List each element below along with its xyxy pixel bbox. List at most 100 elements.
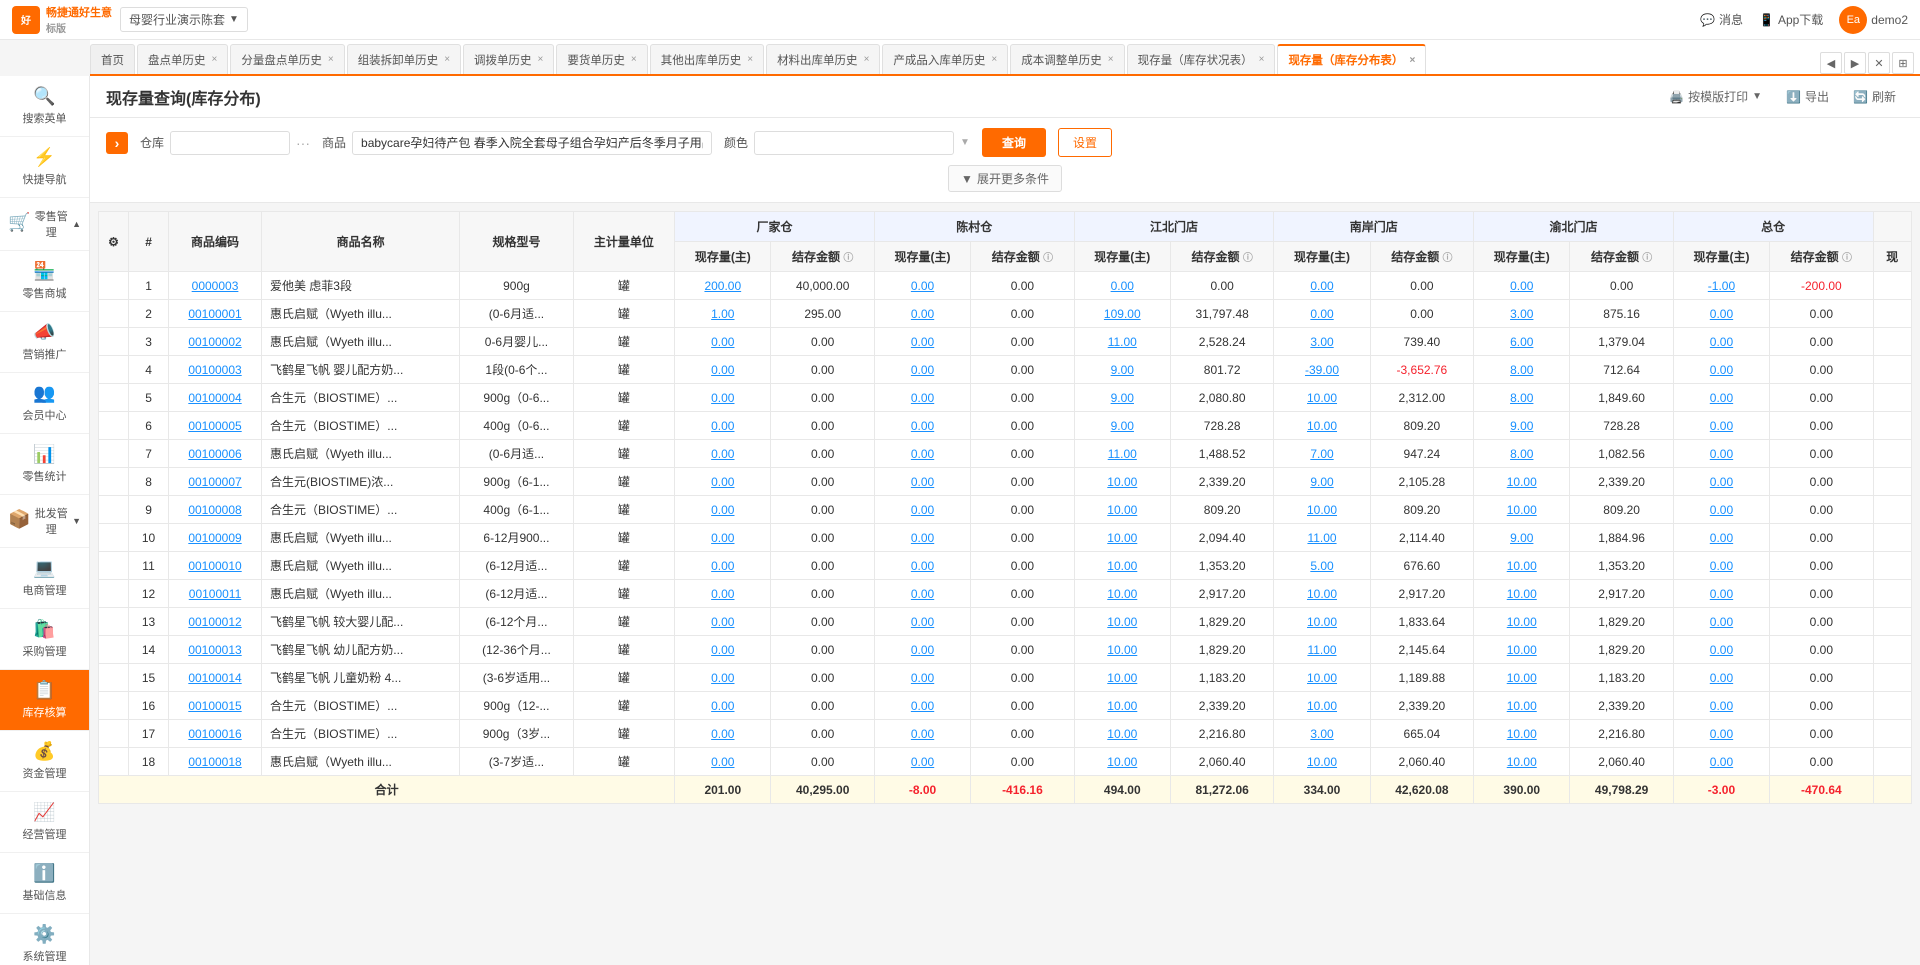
close-icon[interactable]: × (538, 54, 544, 65)
table-cell[interactable]: 0.00 (874, 468, 970, 496)
table-cell[interactable]: 0.00 (1673, 384, 1769, 412)
table-cell[interactable]: 11.00 (1074, 328, 1170, 356)
sidebar-item-search[interactable]: 🔍 搜索英单 (0, 76, 89, 137)
table-cell[interactable]: 8.00 (1474, 440, 1570, 468)
table-cell[interactable]: 0.00 (675, 524, 771, 552)
tab-material-out[interactable]: 材料出库单历史 × (766, 44, 880, 74)
table-cell[interactable]: 9.00 (1274, 468, 1370, 496)
message-btn[interactable]: 💬 消息 (1700, 11, 1743, 28)
tab-split-inventory[interactable]: 分量盘点单历史 × (230, 44, 344, 74)
table-cell[interactable]: 10.00 (1474, 552, 1570, 580)
table-cell[interactable]: 0.00 (1673, 412, 1769, 440)
tab-inventory-count[interactable]: 盘点单历史 × (137, 44, 228, 74)
sidebar-item-retail-mall[interactable]: 🏪 零售商城 (0, 251, 89, 312)
table-cell[interactable]: 0.00 (874, 692, 970, 720)
table-cell[interactable]: 0.00 (1474, 272, 1570, 300)
table-cell[interactable]: 00100012 (169, 608, 262, 636)
table-cell[interactable]: 10.00 (1074, 496, 1170, 524)
table-cell[interactable]: 0.00 (874, 384, 970, 412)
table-cell[interactable]: 00100011 (169, 580, 262, 608)
sidebar-item-finance[interactable]: 💰 资金管理 (0, 731, 89, 792)
table-cell[interactable]: 11.00 (1074, 440, 1170, 468)
table-cell[interactable]: 0.00 (1673, 692, 1769, 720)
table-cell[interactable]: 00100014 (169, 664, 262, 692)
sidebar-item-basic-info[interactable]: ℹ️ 基础信息 (0, 853, 89, 914)
table-cell[interactable]: 0.00 (675, 580, 771, 608)
tab-other-out[interactable]: 其他出库单历史 × (650, 44, 764, 74)
tab-expand-btn[interactable]: ⊞ (1892, 52, 1914, 74)
tab-prev-btn[interactable]: ◀ (1820, 52, 1842, 74)
sidebar-item-wholesale[interactable]: 📦 批发管理 ▼ (0, 495, 89, 548)
table-cell[interactable]: 0.00 (675, 468, 771, 496)
sidebar-item-purchase[interactable]: 🛍️ 采购管理 (0, 609, 89, 670)
table-cell[interactable]: 10.00 (1074, 692, 1170, 720)
table-cell[interactable]: 0.00 (675, 412, 771, 440)
table-cell[interactable]: 10.00 (1274, 748, 1370, 776)
tab-transfer[interactable]: 调拨单历史 × (463, 44, 554, 74)
table-cell[interactable]: 00100015 (169, 692, 262, 720)
table-cell[interactable]: 0.00 (874, 412, 970, 440)
store-selector[interactable]: 母婴行业演示陈套 ▼ (120, 7, 248, 32)
table-cell[interactable]: 0.00 (1673, 440, 1769, 468)
table-cell[interactable]: 10.00 (1074, 580, 1170, 608)
table-cell[interactable]: 00100004 (169, 384, 262, 412)
info-icon[interactable]: ⓘ (843, 253, 853, 264)
table-cell[interactable]: 3.00 (1274, 328, 1370, 356)
table-cell[interactable]: 00100005 (169, 412, 262, 440)
table-cell[interactable]: 10.00 (1274, 412, 1370, 440)
table-cell[interactable]: 10.00 (1274, 692, 1370, 720)
table-cell[interactable]: 0.00 (874, 720, 970, 748)
close-icon[interactable]: × (328, 54, 334, 65)
table-cell[interactable]: 0.00 (874, 748, 970, 776)
table-cell[interactable]: 0.00 (1673, 664, 1769, 692)
sidebar-item-marketing[interactable]: 📣 营销推广 (0, 312, 89, 373)
table-cell[interactable]: 10.00 (1074, 552, 1170, 580)
table-cell[interactable]: 8.00 (1474, 356, 1570, 384)
table-cell[interactable]: 10.00 (1074, 524, 1170, 552)
table-cell[interactable]: 0.00 (1673, 720, 1769, 748)
tab-close-btn[interactable]: ✕ (1868, 52, 1890, 74)
table-cell[interactable]: 10.00 (1074, 468, 1170, 496)
table-cell[interactable]: 0.00 (874, 300, 970, 328)
sidebar-item-system[interactable]: ⚙️ 系统管理 (0, 914, 89, 965)
info-icon[interactable]: ⓘ (1642, 253, 1652, 264)
table-cell[interactable]: 0.00 (1673, 608, 1769, 636)
table-cell[interactable]: 0.00 (874, 608, 970, 636)
table-cell[interactable]: 10.00 (1474, 720, 1570, 748)
settings-button[interactable]: 设置 (1058, 128, 1112, 157)
table-cell[interactable]: 3.00 (1474, 300, 1570, 328)
table-cell[interactable]: 00100007 (169, 468, 262, 496)
table-cell[interactable]: 10.00 (1274, 580, 1370, 608)
table-cell[interactable]: 0.00 (874, 664, 970, 692)
table-cell[interactable]: 0.00 (675, 608, 771, 636)
table-cell[interactable]: 0000003 (169, 272, 262, 300)
table-cell[interactable]: 10.00 (1074, 720, 1170, 748)
export-btn[interactable]: ⬇️ 导出 (1778, 84, 1837, 109)
table-cell[interactable]: 0.00 (1673, 748, 1769, 776)
sidebar-item-retail-mgmt[interactable]: 🛒 零售管理 ▲ (0, 198, 89, 251)
tab-assembly[interactable]: 组装拆卸单历史 × (347, 44, 461, 74)
table-cell[interactable]: 00100016 (169, 720, 262, 748)
table-cell[interactable]: 10.00 (1474, 496, 1570, 524)
table-cell[interactable]: 10.00 (1074, 748, 1170, 776)
sidebar-item-ops[interactable]: 📈 经营管理 (0, 792, 89, 853)
table-cell[interactable]: 10.00 (1474, 608, 1570, 636)
table-cell[interactable]: 0.00 (1673, 356, 1769, 384)
table-cell[interactable]: 6.00 (1474, 328, 1570, 356)
table-cell[interactable]: 0.00 (874, 496, 970, 524)
close-icon[interactable]: × (212, 54, 218, 65)
table-cell[interactable]: 0.00 (874, 524, 970, 552)
table-cell[interactable]: 3.00 (1274, 720, 1370, 748)
sidebar-item-inventory[interactable]: 📋 库存核算 (0, 670, 89, 731)
table-cell[interactable]: 9.00 (1074, 412, 1170, 440)
table-cell[interactable]: 0.00 (675, 496, 771, 524)
query-button[interactable]: 查询 (982, 128, 1046, 157)
table-cell[interactable]: -1.00 (1673, 272, 1769, 300)
table-cell[interactable]: 9.00 (1074, 384, 1170, 412)
table-cell[interactable]: 0.00 (874, 328, 970, 356)
table-cell[interactable]: 0.00 (874, 580, 970, 608)
table-cell[interactable]: 10.00 (1274, 608, 1370, 636)
table-cell[interactable]: 1.00 (675, 300, 771, 328)
table-cell[interactable]: 9.00 (1474, 524, 1570, 552)
print-btn[interactable]: 🖨️ 按模版打印 ▼ (1661, 84, 1770, 109)
